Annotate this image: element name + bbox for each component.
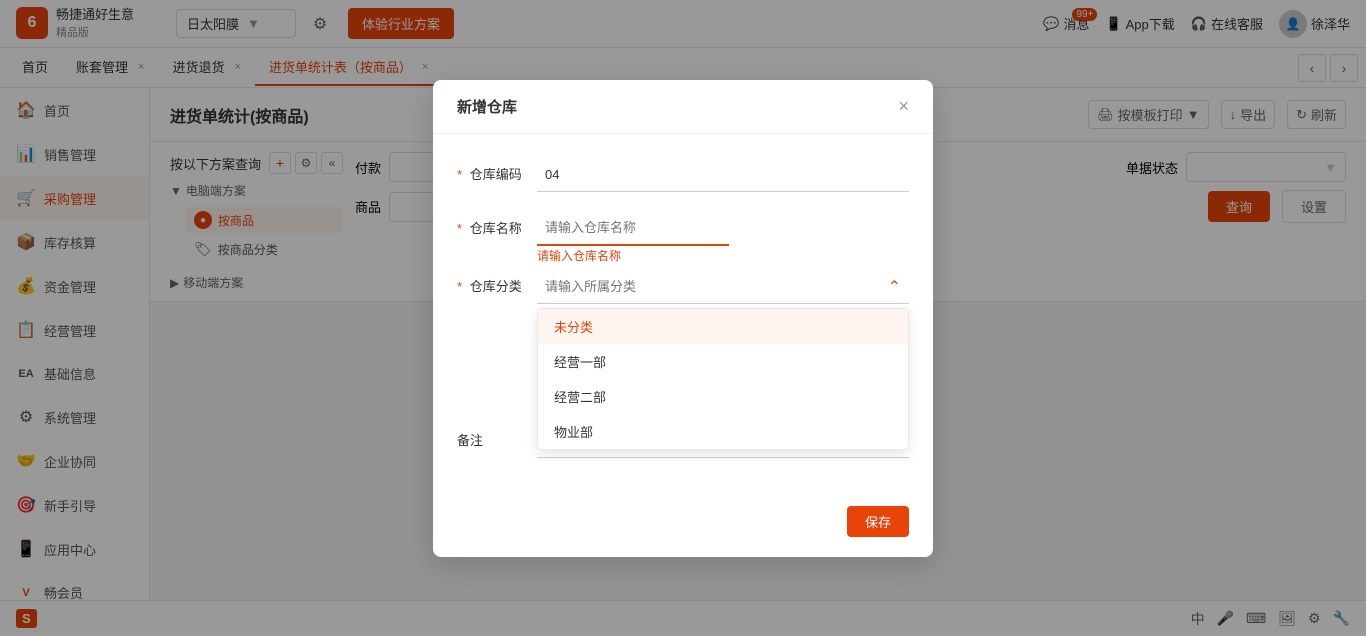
warehouse-name-label: * 仓库名称	[457, 212, 537, 237]
remark-label: 备注	[457, 424, 537, 449]
dropdown-option-ops2[interactable]: 经营二部	[538, 379, 908, 414]
modal-overlay: 新增仓库 × * 仓库编码 * 仓库名称	[0, 0, 1366, 636]
required-star2: *	[457, 221, 462, 236]
category-dropdown-list: 未分类 经营一部 经营二部 物业部	[537, 308, 909, 450]
warehouse-code-label: * 仓库编码	[457, 158, 537, 183]
warehouse-category-input[interactable]	[537, 270, 909, 304]
warehouse-code-row: * 仓库编码	[457, 158, 909, 192]
category-input-wrap: ⌃	[537, 270, 909, 304]
warehouse-name-error: 请输入仓库名称	[537, 247, 621, 264]
dropdown-option-uncategorized[interactable]: 未分类	[538, 309, 908, 344]
warehouse-category-label: * 仓库分类	[457, 270, 537, 295]
dropdown-option-property[interactable]: 物业部	[538, 414, 908, 449]
category-dropdown-arrow[interactable]: ⌃	[888, 277, 901, 297]
warehouse-name-row: * 仓库名称 请输入仓库名称	[457, 212, 909, 246]
new-warehouse-modal: 新增仓库 × * 仓库编码 * 仓库名称	[433, 80, 933, 557]
modal-save-btn[interactable]: 保存	[847, 506, 909, 537]
modal-header: 新增仓库 ×	[433, 80, 933, 134]
required-star: *	[457, 167, 462, 182]
modal-footer: 保存	[433, 494, 933, 557]
required-star3: *	[457, 279, 462, 294]
warehouse-name-input[interactable]	[537, 212, 729, 246]
warehouse-code-input[interactable]	[537, 158, 909, 192]
modal-close-btn[interactable]: ×	[898, 96, 909, 117]
modal-title: 新增仓库	[457, 96, 517, 117]
dropdown-option-ops1[interactable]: 经营一部	[538, 344, 908, 379]
modal-body: * 仓库编码 * 仓库名称 请输入仓库名称 *	[433, 134, 933, 494]
warehouse-category-row: * 仓库分类 ⌃ 未分类 经营一部 经营二部	[457, 270, 909, 304]
